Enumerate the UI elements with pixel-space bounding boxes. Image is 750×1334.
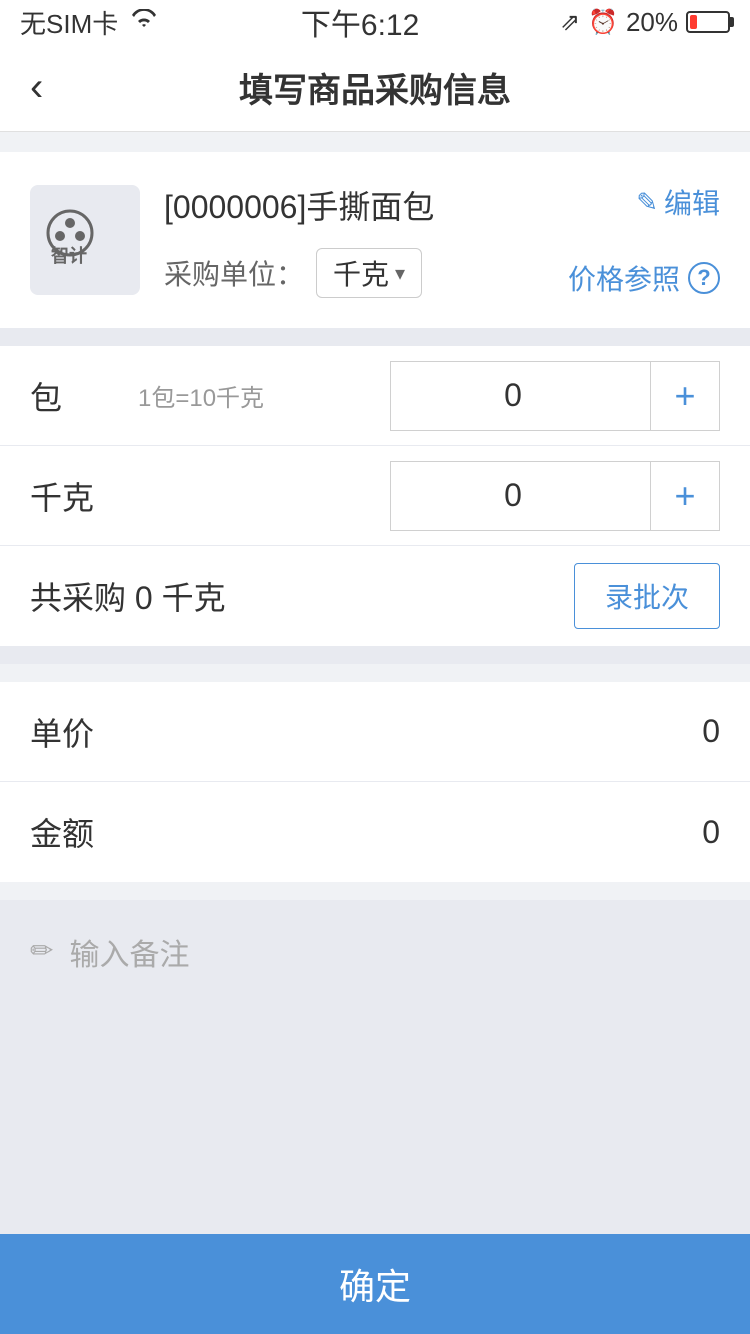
section-divider-2 [0,646,750,664]
pencil-icon: ✏ [30,934,53,967]
input-section: 包 1包=10千克 + 千克 + [0,346,750,546]
remark-section[interactable]: ✏ 输入备注 [0,900,750,1240]
pack-number-input[interactable] [390,361,650,431]
edit-button[interactable]: ✎ 编辑 [636,182,720,222]
status-bar-left: 无SIM卡 [20,4,160,41]
pack-input-row: 包 1包=10千克 + [0,346,750,446]
battery-indicator [686,11,730,33]
location-icon: ⇗ [560,8,580,37]
unit-price-value: 0 [702,713,720,750]
amount-row: 金额 0 [0,782,750,882]
pack-label: 包 [30,373,130,419]
section-divider-1 [0,328,750,346]
price-section: 单价 0 金额 0 [0,682,750,882]
confirm-button[interactable]: 确定 [0,1234,750,1334]
back-button[interactable]: ‹ [30,65,43,110]
kg-plus-button[interactable]: + [650,461,720,531]
pack-plus-button[interactable]: + [650,361,720,431]
alarm-icon: ⏰ [588,8,618,37]
price-ref-label: 价格参照 [568,258,680,298]
product-card: 智计 [0000006]手撕面包 采购单位： 千克 ▾ ✎ 编辑 价格参照 ? [0,152,750,328]
amount-value: 0 [702,814,720,851]
unit-price-label: 单价 [30,709,94,755]
product-image: 智计 [30,185,140,295]
pack-input-right: + [390,361,720,431]
unit-label: 采购单位： [164,253,304,293]
edit-label: 编辑 [664,182,720,222]
unit-selector[interactable]: 千克 ▾ [316,248,422,298]
kg-input-row: 千克 + [0,446,750,546]
price-ref-button[interactable]: 价格参照 ? [568,258,720,298]
kg-input-right: + [390,461,720,531]
unit-value: 千克 [333,253,389,293]
summary-text: 共采购 0 千克 [30,573,226,619]
summary-row: 共采购 0 千克 录批次 [0,546,750,646]
wifi-icon [128,7,160,38]
remark-placeholder: 输入备注 [69,930,189,974]
pack-sub-label: 1包=10千克 [138,378,264,413]
no-sim-text: 无SIM卡 [20,4,118,41]
kg-number-input[interactable] [390,461,650,531]
status-bar-time: 下午6:12 [301,0,419,44]
amount-label: 金额 [30,809,94,855]
info-icon: ? [688,262,720,294]
battery-pct: 20% [626,7,678,38]
kg-label: 千克 [30,473,130,519]
status-bar-right: ⇗ ⏰ 20% [560,7,730,38]
svg-text:智计: 智计 [51,245,87,266]
batch-button[interactable]: 录批次 [574,563,720,629]
dropdown-arrow-icon: ▾ [395,261,405,286]
page-title: 填写商品采购信息 [239,63,511,112]
unit-price-row: 单价 0 [0,682,750,782]
status-bar: 无SIM卡 下午6:12 ⇗ ⏰ 20% [0,0,750,44]
product-logo: 智计 [45,208,125,273]
nav-bar: ‹ 填写商品采购信息 [0,44,750,132]
edit-icon: ✎ [636,187,658,218]
